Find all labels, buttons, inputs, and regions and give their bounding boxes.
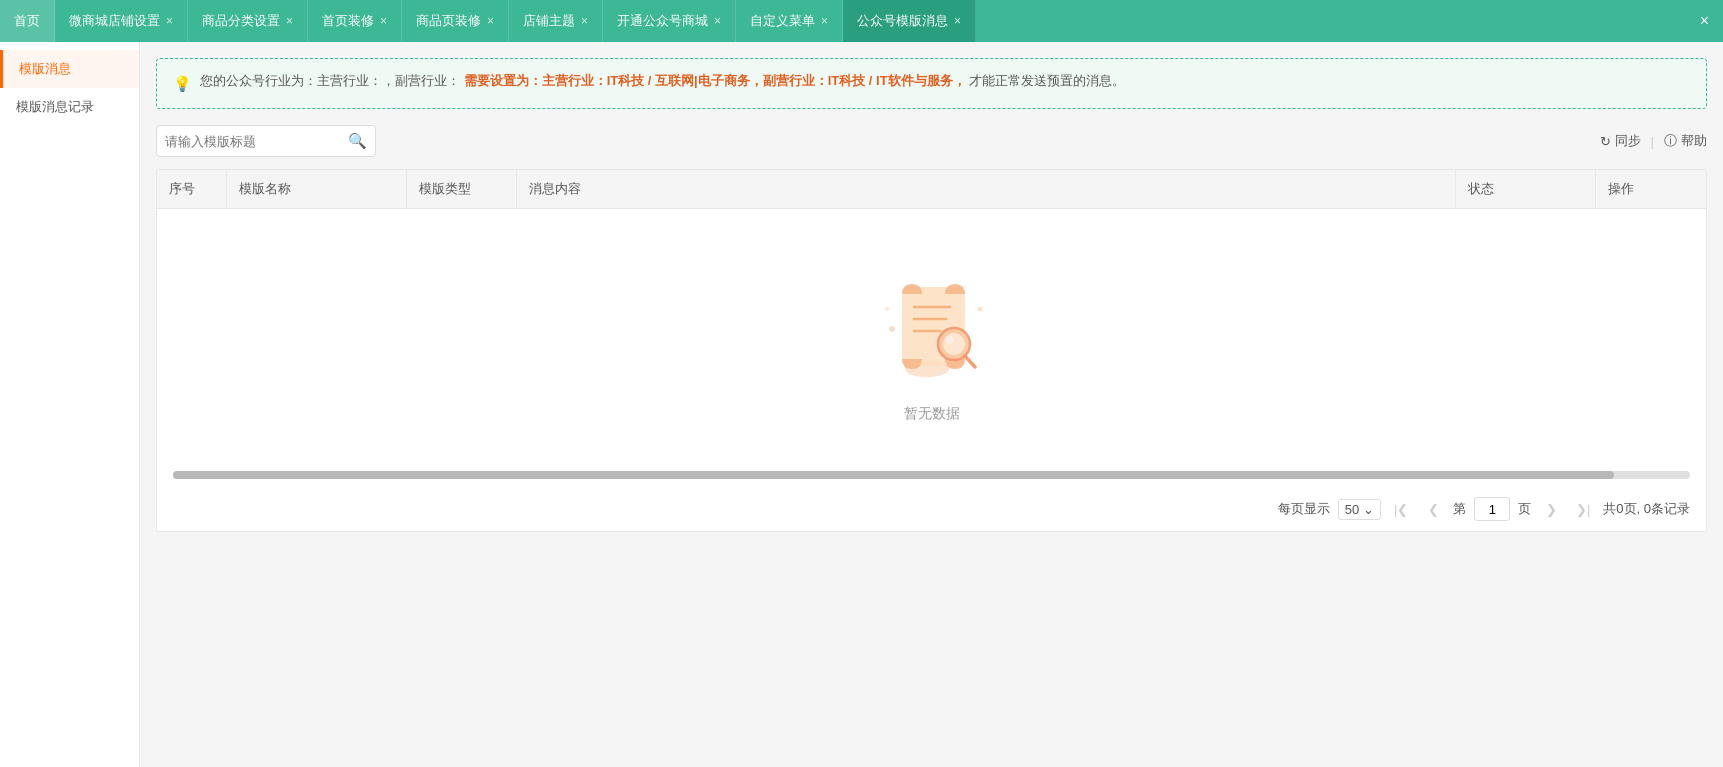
nav-tab-store-theme-close[interactable]: × <box>581 14 588 28</box>
nav-tab-template-msg-label: 公众号模版消息 <box>857 12 948 30</box>
nav-tab-home-decoration[interactable]: 首页装修 × <box>308 0 402 42</box>
prev-page-button[interactable]: ❮ <box>1421 497 1445 521</box>
svg-point-8 <box>889 326 895 332</box>
main-layout: 模版消息 模版消息记录 💡 您的公众号行业为：主营行业：，副营行业： 需要设置为… <box>0 42 1723 767</box>
nav-tab-product-decoration-close[interactable]: × <box>487 14 494 28</box>
nav-tab-shop-settings-close[interactable]: × <box>166 14 173 28</box>
nav-tab-template-msg-close[interactable]: × <box>954 14 961 28</box>
nav-tab-custom-menu-label: 自定义菜单 <box>750 12 815 30</box>
scroll-thumb[interactable] <box>173 471 1614 479</box>
page-size-label: 每页显示 <box>1278 500 1330 518</box>
bulb-icon: 💡 <box>173 72 192 96</box>
col-status: 状态 <box>1456 170 1596 208</box>
nav-tab-shop-settings-label: 微商城店铺设置 <box>69 12 160 30</box>
col-index: 序号 <box>157 170 227 208</box>
pagination: 每页显示 50 ⌄ |❮ ❮ 第 页 ❯ ❯| 共0页, 0条记录 <box>157 487 1706 531</box>
svg-point-9 <box>977 307 982 312</box>
nav-tab-category-settings-label: 商品分类设置 <box>202 12 280 30</box>
content-area: 💡 您的公众号行业为：主营行业：，副营行业： 需要设置为：主营行业：IT科技 /… <box>140 42 1723 767</box>
empty-illustration <box>872 269 992 389</box>
search-input[interactable] <box>165 134 344 149</box>
table-container: 序号 模版名称 模版类型 消息内容 状态 操作 <box>156 169 1707 532</box>
nav-tab-home-decoration-close[interactable]: × <box>380 14 387 28</box>
nav-tab-product-decoration[interactable]: 商品页装修 × <box>402 0 509 42</box>
top-nav: 首页 微商城店铺设置 × 商品分类设置 × 首页装修 × 商品页装修 × 店铺主… <box>0 0 1723 42</box>
svg-line-6 <box>965 356 975 367</box>
nav-tab-open-mall-close[interactable]: × <box>714 14 721 28</box>
table-header: 序号 模版名称 模版类型 消息内容 状态 操作 <box>157 170 1706 209</box>
toolbar-divider: | <box>1651 134 1654 149</box>
svg-point-5 <box>943 333 965 355</box>
page-number-input[interactable] <box>1474 497 1510 521</box>
nav-tab-store-theme-label: 店铺主题 <box>523 12 575 30</box>
info-banner-highlight: 需要设置为：主营行业：IT科技 / 互联网|电子商务，副营行业：IT科技 / I… <box>464 73 966 88</box>
empty-text: 暂无数据 <box>904 405 960 423</box>
nav-tab-product-decoration-label: 商品页装修 <box>416 12 481 30</box>
page-size-value: 50 <box>1345 502 1359 517</box>
col-type: 模版类型 <box>407 170 517 208</box>
nav-tab-home-decoration-label: 首页装修 <box>322 12 374 30</box>
scroll-track[interactable] <box>173 471 1690 479</box>
col-name: 模版名称 <box>227 170 407 208</box>
page-label-suf: 页 <box>1518 500 1531 518</box>
sidebar-item-template-msg-record[interactable]: 模版消息记录 <box>0 88 139 126</box>
last-page-button[interactable]: ❯| <box>1571 497 1595 521</box>
svg-point-7 <box>946 336 954 344</box>
nav-tab-category-settings[interactable]: 商品分类设置 × <box>188 0 308 42</box>
nav-tab-home-label: 首页 <box>14 12 40 30</box>
nav-tab-category-settings-close[interactable]: × <box>286 14 293 28</box>
sync-button[interactable]: ↻ 同步 <box>1600 132 1641 150</box>
nav-tab-open-mall-label: 开通公众号商城 <box>617 12 708 30</box>
info-banner: 💡 您的公众号行业为：主营行业：，副营行业： 需要设置为：主营行业：IT科技 /… <box>156 58 1707 109</box>
total-info: 共0页, 0条记录 <box>1603 500 1690 518</box>
toolbar-right: ↻ 同步 | ⓘ 帮助 <box>1600 132 1707 150</box>
close-all-button[interactable]: × <box>1686 0 1723 42</box>
chevron-down-icon: ⌄ <box>1363 502 1374 517</box>
search-input-wrap[interactable]: 🔍 <box>156 125 376 157</box>
first-page-button[interactable]: |❮ <box>1389 497 1413 521</box>
svg-point-10 <box>885 307 889 311</box>
col-actions: 操作 <box>1596 170 1706 208</box>
sync-icon: ↻ <box>1600 134 1611 149</box>
next-page-button[interactable]: ❯ <box>1539 497 1563 521</box>
page-size-select[interactable]: 50 ⌄ <box>1338 499 1381 520</box>
nav-tab-shop-settings[interactable]: 微商城店铺设置 × <box>55 0 188 42</box>
nav-tab-custom-menu[interactable]: 自定义菜单 × <box>736 0 843 42</box>
search-icon[interactable]: 🔍 <box>348 132 367 150</box>
nav-tab-store-theme[interactable]: 店铺主题 × <box>509 0 603 42</box>
nav-tab-template-msg[interactable]: 公众号模版消息 × <box>843 0 976 42</box>
info-banner-suffix: 才能正常发送预置的消息。 <box>969 73 1125 88</box>
empty-state: 暂无数据 <box>157 209 1706 463</box>
nav-tab-home[interactable]: 首页 <box>0 0 55 42</box>
help-icon: ⓘ <box>1664 132 1677 150</box>
search-bar: 🔍 ↻ 同步 | ⓘ 帮助 <box>156 125 1707 157</box>
nav-tab-open-mall[interactable]: 开通公众号商城 × <box>603 0 736 42</box>
info-banner-prefix: 您的公众号行业为：主营行业：，副营行业： <box>200 73 460 88</box>
nav-tab-custom-menu-close[interactable]: × <box>821 14 828 28</box>
sidebar-item-template-msg[interactable]: 模版消息 <box>0 50 139 88</box>
col-content: 消息内容 <box>517 170 1456 208</box>
sidebar: 模版消息 模版消息记录 <box>0 42 140 767</box>
help-button[interactable]: ⓘ 帮助 <box>1664 132 1707 150</box>
page-label-pre: 第 <box>1453 500 1466 518</box>
